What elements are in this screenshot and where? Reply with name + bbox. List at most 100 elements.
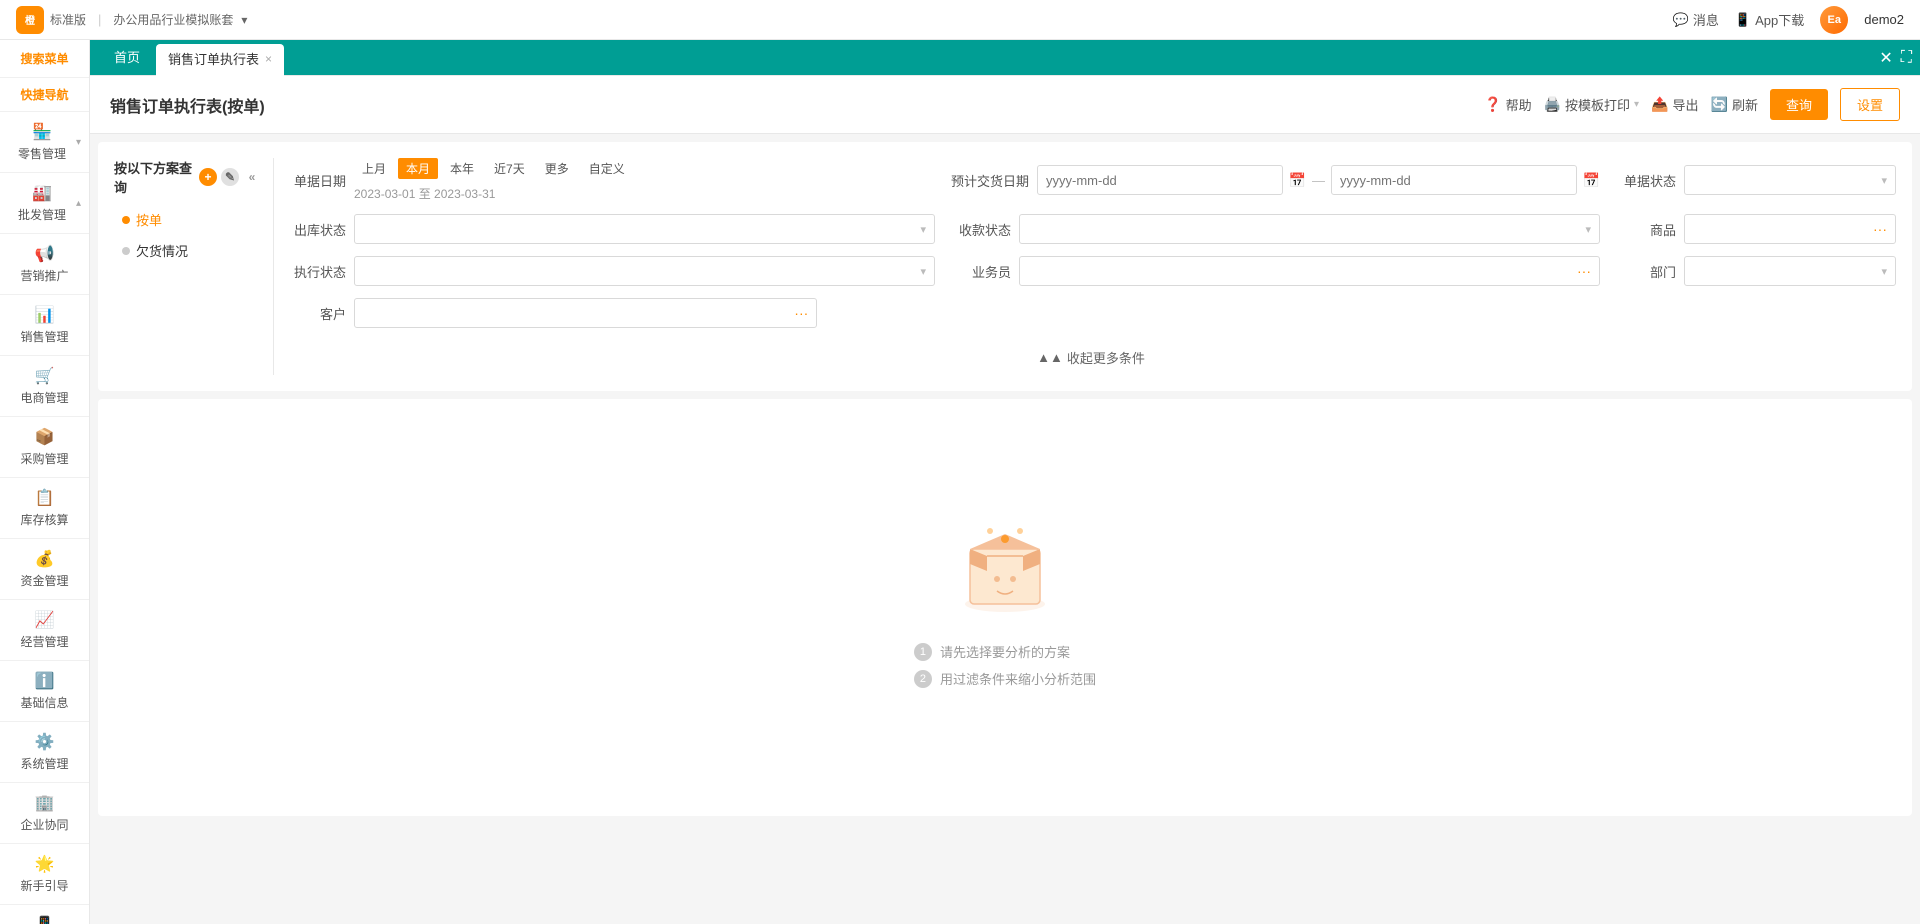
sidebar-item-marketing[interactable]: 📢 营销推广 — [0, 234, 89, 295]
avatar[interactable]: Ea — [1820, 6, 1848, 34]
empty-state-area: 1 请先选择要分析的方案 2 用过滤条件来缩小分析范围 — [98, 399, 1912, 816]
filter-customer-input[interactable]: ··· — [354, 298, 817, 328]
sidebar-item-finance[interactable]: 💰 资金管理 — [0, 539, 89, 600]
print-button[interactable]: 🖨️ 按模板打印 ▾ — [1544, 95, 1639, 114]
tab-fullscreen-icon[interactable]: ⛶ — [1901, 49, 1912, 67]
marketing-icon: 📢 — [35, 244, 55, 264]
date-tab-custom[interactable]: 自定义 — [581, 158, 633, 179]
export-button[interactable]: 📤 导出 — [1651, 95, 1698, 114]
wholesale-icon: 🏭 — [32, 183, 52, 203]
add-scheme-icon[interactable]: + — [199, 168, 217, 186]
sidebar-item-guide[interactable]: 🌟 新手引导 — [0, 844, 89, 905]
salesman-more-icon[interactable]: ··· — [1577, 263, 1591, 279]
sidebar-item-corp[interactable]: 🏢 企业协同 — [0, 783, 89, 844]
app-download-button[interactable]: 📱 App下载 — [1735, 10, 1804, 29]
tab-sales-order-label: 销售订单执行表 — [168, 49, 259, 68]
filter-date-content: 上月 本月 本年 近7天 更多 自定义 2023-03-01 至 2023-03… — [354, 158, 935, 202]
sidebar-label-corp: 企业协同 — [20, 816, 68, 833]
goods-more-icon[interactable]: ··· — [1873, 221, 1887, 237]
filter-expected-date-end[interactable] — [1331, 165, 1577, 195]
help-icon: ❓ — [1484, 96, 1501, 113]
sidebar-item-purchase[interactable]: 📦 采购管理 — [0, 417, 89, 478]
date-tab-more[interactable]: 更多 — [537, 158, 577, 179]
sidebar-quick-nav[interactable]: 快捷导航 — [0, 78, 89, 112]
tab-close-icon[interactable]: × — [265, 52, 272, 66]
sidebar-label-sys: 系统管理 — [20, 755, 68, 772]
filter-out-status-select[interactable]: ▾ — [354, 214, 935, 244]
empty-illustration — [945, 519, 1065, 622]
date-tab-this-year[interactable]: 本年 — [442, 158, 482, 179]
nav-owe-dot — [122, 247, 130, 255]
collapse-button[interactable]: ▲▲ 收起更多条件 — [286, 340, 1896, 375]
breadcrumb-arrow[interactable]: ▾ — [241, 13, 247, 27]
user-name[interactable]: demo2 — [1864, 12, 1904, 27]
guide-icon: 🌟 — [35, 854, 55, 874]
sidebar-item-sys[interactable]: ⚙️ 系统管理 — [0, 722, 89, 783]
step-1-text: 请先选择要分析的方案 — [940, 642, 1070, 661]
doc-status-arrow-icon: ▾ — [1881, 174, 1887, 187]
filter-dept-field: 部门 ▾ — [1616, 256, 1896, 286]
tabbar-right: ✕ ⛶ — [1879, 48, 1912, 68]
filter-salesman-input[interactable]: ··· — [1019, 256, 1600, 286]
sidebar-label-sales: 销售管理 — [20, 328, 68, 345]
filter-row-2: 出库状态 ▾ 收款状态 ▾ — [286, 214, 1896, 244]
sidebar-label-guide: 新手引导 — [20, 877, 68, 894]
filter-date-label: 单据日期 — [286, 171, 346, 190]
tab-home[interactable]: 首页 — [98, 40, 156, 76]
filter-nav-owe[interactable]: 欠货情况 — [114, 235, 261, 266]
filter-collection-select[interactable]: ▾ — [1019, 214, 1600, 244]
topbar: 橙 标准版 | 办公用品行业模拟账套 ▾ 💬 消息 📱 App下载 Ea dem… — [0, 0, 1920, 40]
empty-step-1: 1 请先选择要分析的方案 — [914, 642, 1096, 661]
basic-icon: ℹ️ — [35, 671, 55, 691]
date-tab-last-month[interactable]: 上月 — [354, 158, 394, 179]
refresh-button[interactable]: 🔄 刷新 — [1711, 95, 1758, 114]
edit-scheme-icon[interactable]: ✎ — [221, 168, 239, 186]
calendar-end-icon[interactable]: 📅 — [1583, 172, 1600, 189]
sidebar-item-apps[interactable]: 📱 应用中心 — [0, 905, 89, 924]
sidebar-label-basic: 基础信息 — [20, 694, 68, 711]
print-arrow-icon: ▾ — [1634, 99, 1639, 110]
filter-exec-status-select[interactable]: ▾ — [354, 256, 935, 286]
calendar-start-icon[interactable]: 📅 — [1289, 172, 1306, 189]
tab-sales-order[interactable]: 销售订单执行表 × — [156, 44, 284, 76]
date-tabs: 上月 本月 本年 近7天 更多 自定义 — [354, 158, 935, 179]
filter-doc-status-field: 单据状态 ▾ — [1616, 165, 1896, 195]
sidebar-item-ecom[interactable]: 🛒 电商管理 — [0, 356, 89, 417]
customer-more-icon[interactable]: ··· — [794, 305, 808, 321]
help-label: 帮助 — [1506, 95, 1532, 114]
filter-goods-input[interactable]: ··· — [1684, 214, 1896, 244]
settings-button[interactable]: 设置 — [1840, 88, 1900, 121]
query-button[interactable]: 查询 — [1770, 89, 1828, 120]
date-tab-this-month[interactable]: 本月 — [398, 158, 438, 179]
filter-nav-press[interactable]: 按单 — [114, 204, 261, 235]
tab-close-all-icon[interactable]: ✕ — [1879, 48, 1892, 68]
collapse-scheme-icon[interactable]: « — [243, 168, 261, 186]
filter-expected-date-label: 预计交货日期 — [951, 171, 1029, 190]
filter-expected-date-start[interactable] — [1037, 165, 1283, 195]
filter-scheme-title: 按以下方案查询 + ✎ « — [114, 158, 261, 196]
collection-arrow-icon: ▾ — [1585, 223, 1591, 236]
breadcrumb-item[interactable]: 办公用品行业模拟账套 — [113, 11, 233, 28]
sales-icon: 📊 — [35, 305, 55, 325]
sidebar-item-wholesale[interactable]: 🏭 批发管理 ▴ — [0, 173, 89, 234]
filter-salesman-field: 业务员 ··· — [951, 256, 1600, 286]
page-header: 销售订单执行表(按单) ❓ 帮助 🖨️ 按模板打印 ▾ 📤 导出 — [90, 76, 1920, 134]
sidebar-search[interactable]: 搜索菜单 — [0, 40, 89, 78]
tabbar: 首页 销售订单执行表 × ✕ ⛶ — [90, 40, 1920, 76]
finance-icon: 💰 — [35, 549, 55, 569]
sidebar-item-retail[interactable]: 🏪 零售管理 ▾ — [0, 112, 89, 173]
help-button[interactable]: ❓ 帮助 — [1484, 95, 1531, 114]
filter-out-status-label: 出库状态 — [286, 220, 346, 239]
sidebar-item-sales[interactable]: 📊 销售管理 — [0, 295, 89, 356]
filter-dept-select[interactable]: ▾ — [1684, 256, 1896, 286]
date-tab-7days[interactable]: 近7天 — [486, 158, 533, 179]
filter-section: 按以下方案查询 + ✎ « 按单 — [114, 158, 1896, 375]
nav-press-label: 按单 — [136, 210, 162, 229]
page-title: 销售订单执行表(按单) — [110, 93, 265, 117]
sidebar-item-basic[interactable]: ℹ️ 基础信息 — [0, 661, 89, 722]
empty-steps-list: 1 请先选择要分析的方案 2 用过滤条件来缩小分析范围 — [914, 642, 1096, 696]
sidebar-item-inventory[interactable]: 📋 库存核算 — [0, 478, 89, 539]
sidebar-item-ops[interactable]: 📈 经营管理 — [0, 600, 89, 661]
message-button[interactable]: 💬 消息 — [1673, 10, 1719, 29]
filter-doc-status-select[interactable]: ▾ — [1684, 165, 1896, 195]
